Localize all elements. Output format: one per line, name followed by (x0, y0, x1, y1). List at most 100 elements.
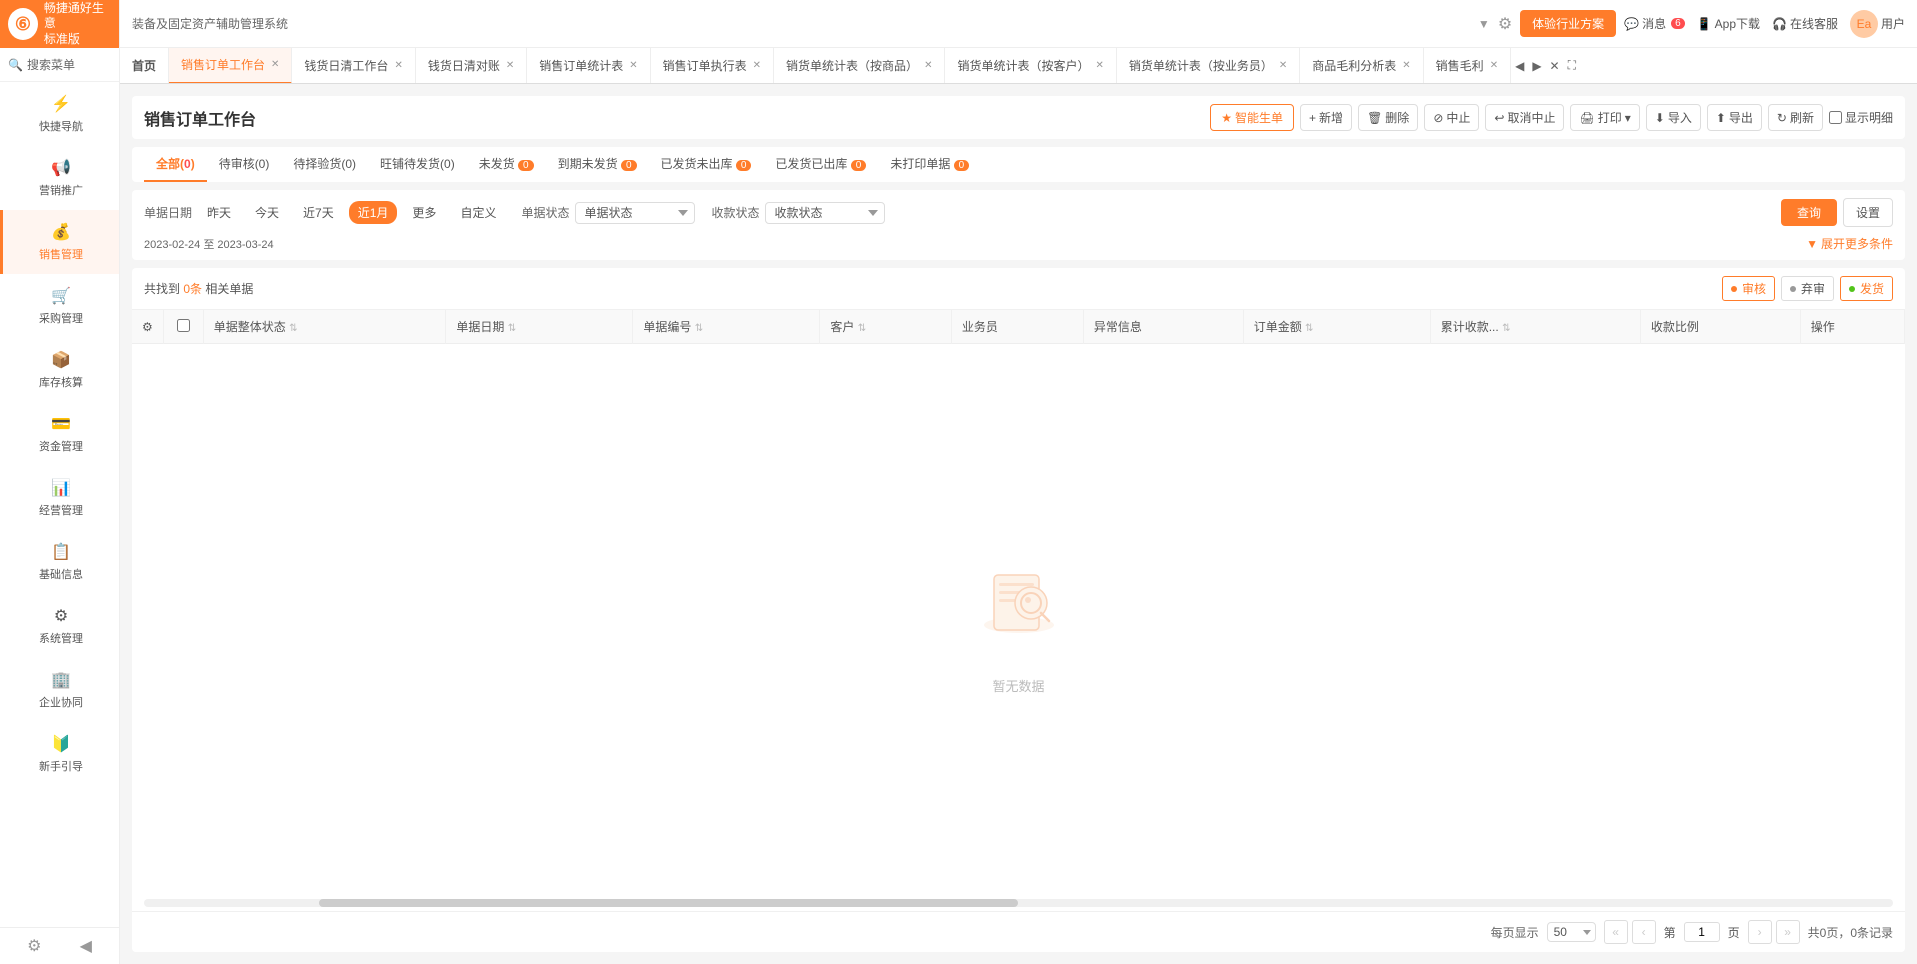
online-service-item[interactable]: 🎧 在线客服 (1772, 15, 1838, 32)
review-button[interactable]: 审核 (1722, 276, 1775, 301)
print-button[interactable]: 🖨 打印 ▾ (1570, 104, 1639, 131)
stop-button[interactable]: ⊘ 中止 (1424, 104, 1479, 131)
cancel-stop-button[interactable]: ↩ 取消中止 (1485, 104, 1564, 131)
tab-cash-daily[interactable]: 钱货日清工作台 ✕ (292, 48, 415, 84)
first-page-button[interactable]: « (1604, 920, 1628, 944)
sub-tab-not-shipped[interactable]: 未发货 0 (467, 147, 546, 182)
sort-number-icon[interactable]: ⇅ (695, 323, 703, 334)
tab-close-sales-order[interactable]: ✕ (271, 59, 279, 70)
sidebar-item-basic-info[interactable]: 📋 基础信息 (0, 530, 119, 594)
topbar-expand-icon[interactable]: ▼ (1478, 17, 1490, 31)
sidebar-item-enterprise[interactable]: 🏢 企业协同 (0, 658, 119, 722)
sidebar-search[interactable]: 🔍 搜索菜单 (0, 48, 119, 82)
show-detail-label[interactable]: 显示明细 (1829, 109, 1893, 126)
sidebar-item-sales[interactable]: 💰 销售管理 (0, 210, 119, 274)
sub-tab-all[interactable]: 全部(0) (144, 147, 207, 182)
export-button[interactable]: ⬆ 导出 (1707, 104, 1762, 131)
sidebar-item-quick-nav[interactable]: ⚡ 快捷导航 (0, 82, 119, 146)
select-all-checkbox[interactable] (177, 319, 190, 332)
tab-close-all[interactable]: ✕ (1546, 59, 1564, 73)
next-page-button[interactable]: › (1748, 920, 1772, 944)
sub-tab-overdue-not-shipped[interactable]: 到期未发货 0 (546, 147, 649, 182)
scrollbar-thumb[interactable] (319, 899, 1019, 907)
date-btn-more[interactable]: 更多 (403, 201, 445, 224)
page-number-input[interactable] (1684, 922, 1720, 942)
sidebar-item-finance[interactable]: 💳 资金管理 (0, 402, 119, 466)
sort-status-icon[interactable]: ⇅ (289, 323, 297, 334)
sub-tab-pending-check[interactable]: 待择验货(0) (281, 147, 368, 182)
tab-close-sales-stat[interactable]: ✕ (629, 60, 637, 71)
page-size-select[interactable]: 50 10 20 100 (1547, 922, 1596, 942)
date-btn-7days[interactable]: 近7天 (294, 201, 343, 224)
tab-bar: 首页 销售订单工作台 ✕ 钱货日清工作台 ✕ 钱货日清对账 ✕ 销售订单统计表 … (120, 48, 1917, 84)
tab-close-cash-reconcile[interactable]: ✕ (506, 60, 514, 71)
tab-close-sales-exec[interactable]: ✕ (753, 60, 761, 71)
tab-sales-sum-product[interactable]: 销货单统计表（按商品） ✕ (774, 48, 945, 84)
horizontal-scrollbar[interactable] (144, 899, 1893, 907)
tab-close-sales-sum-product[interactable]: ✕ (924, 60, 932, 71)
sort-collected-icon[interactable]: ⇅ (1502, 323, 1510, 334)
tab-nav-next[interactable]: ▶ (1528, 59, 1545, 73)
payment-select[interactable]: 收款状态 (765, 202, 885, 224)
tab-close-sales-sum-customer[interactable]: ✕ (1095, 60, 1103, 71)
prev-page-button[interactable]: ‹ (1632, 920, 1656, 944)
refresh-button[interactable]: ↻ 刷新 (1768, 104, 1823, 131)
tab-sales-sum-customer[interactable]: 销货单统计表（按客户） ✕ (945, 48, 1116, 84)
expand-filter-button[interactable]: ▼ 展开更多条件 (1806, 235, 1893, 252)
date-btn-1month[interactable]: 近1月 (349, 201, 398, 224)
th-checkbox[interactable] (163, 310, 203, 344)
sidebar-item-marketing[interactable]: 📢 营销推广 (0, 146, 119, 210)
show-detail-checkbox[interactable] (1829, 111, 1842, 124)
tab-nav-prev[interactable]: ◀ (1511, 59, 1528, 73)
tab-close-sales-more[interactable]: ✕ (1490, 60, 1498, 71)
last-page-button[interactable]: » (1776, 920, 1800, 944)
tab-sales-sum-staff[interactable]: 销货单统计表（按业务员） ✕ (1117, 48, 1300, 84)
sub-tab-shipped-out[interactable]: 已发货已出库 0 (763, 147, 878, 182)
user-item[interactable]: Ea 用户 (1850, 10, 1905, 38)
tab-close-cash-daily[interactable]: ✕ (394, 60, 402, 71)
sort-amount-icon[interactable]: ⇅ (1305, 323, 1313, 334)
cancel-review-button[interactable]: 弃审 (1781, 276, 1834, 301)
exp-industry-button[interactable]: 体验行业方案 (1520, 10, 1616, 37)
collapse-icon[interactable]: ◀ (80, 936, 92, 956)
sidebar-item-system[interactable]: ⚙ 系统管理 (0, 594, 119, 658)
date-btn-yesterday[interactable]: 昨天 (198, 201, 240, 224)
tab-sales-stat[interactable]: 销售订单统计表 ✕ (527, 48, 650, 84)
tab-home[interactable]: 首页 (120, 48, 169, 84)
tab-product-margin[interactable]: 商品毛利分析表 ✕ (1300, 48, 1423, 84)
sidebar-item-operations[interactable]: 📊 经营管理 (0, 466, 119, 530)
add-button[interactable]: + 新增 (1300, 104, 1352, 131)
status-select[interactable]: 单据状态 (575, 202, 695, 224)
tab-sales-more[interactable]: 销售毛利 ✕ (1424, 48, 1511, 84)
query-button[interactable]: 查询 (1781, 199, 1837, 226)
sidebar-item-purchase[interactable]: 🛒 采购管理 (0, 274, 119, 338)
delete-button[interactable]: 🗑 删除 (1358, 104, 1418, 131)
tab-close-sales-sum-staff[interactable]: ✕ (1279, 60, 1287, 71)
date-btn-today[interactable]: 今天 (246, 201, 288, 224)
tab-sales-order[interactable]: 销售订单工作台 ✕ (169, 48, 292, 84)
logo-text: 畅捷通好生意 标准版 (44, 1, 111, 48)
sub-tab-not-printed[interactable]: 未打印单据 0 (878, 147, 981, 182)
import-button[interactable]: ⬇ 导入 (1646, 104, 1701, 131)
ship-button[interactable]: 发货 (1840, 276, 1893, 301)
tab-cash-reconcile[interactable]: 钱货日清对账 ✕ (416, 48, 527, 84)
sub-tab-shipped-not-out[interactable]: 已发货未出库 0 (649, 147, 764, 182)
sub-tab-pending-review[interactable]: 待审核(0) (207, 147, 282, 182)
topbar-settings-icon[interactable]: ⚙ (1498, 14, 1512, 34)
message-icon-item[interactable]: 💬 消息 6 (1624, 15, 1685, 32)
settings-icon[interactable]: ⚙ (27, 936, 41, 956)
filter-setting-button[interactable]: 设置 (1843, 198, 1893, 227)
th-setting[interactable]: ⚙ (132, 310, 163, 344)
smart-order-button[interactable]: ★ 智能生单 (1210, 104, 1294, 131)
delete-icon: 🗑 (1367, 111, 1382, 125)
date-btn-custom[interactable]: 自定义 (451, 201, 505, 224)
sub-tab-wangpu-ship[interactable]: 旺铺待发货(0) (368, 147, 467, 182)
sidebar-item-inventory[interactable]: 📦 库存核算 (0, 338, 119, 402)
tab-close-product-margin[interactable]: ✕ (1402, 60, 1410, 71)
tab-fullscreen[interactable]: ⛶ (1564, 58, 1580, 73)
sort-date-icon[interactable]: ⇅ (508, 323, 516, 334)
tab-sales-exec[interactable]: 销售订单执行表 ✕ (651, 48, 774, 84)
app-download-item[interactable]: 📱 App下载 (1697, 15, 1760, 32)
sidebar-item-guide[interactable]: 🔰 新手引导 (0, 722, 119, 786)
sort-customer-icon[interactable]: ⇅ (858, 323, 866, 334)
